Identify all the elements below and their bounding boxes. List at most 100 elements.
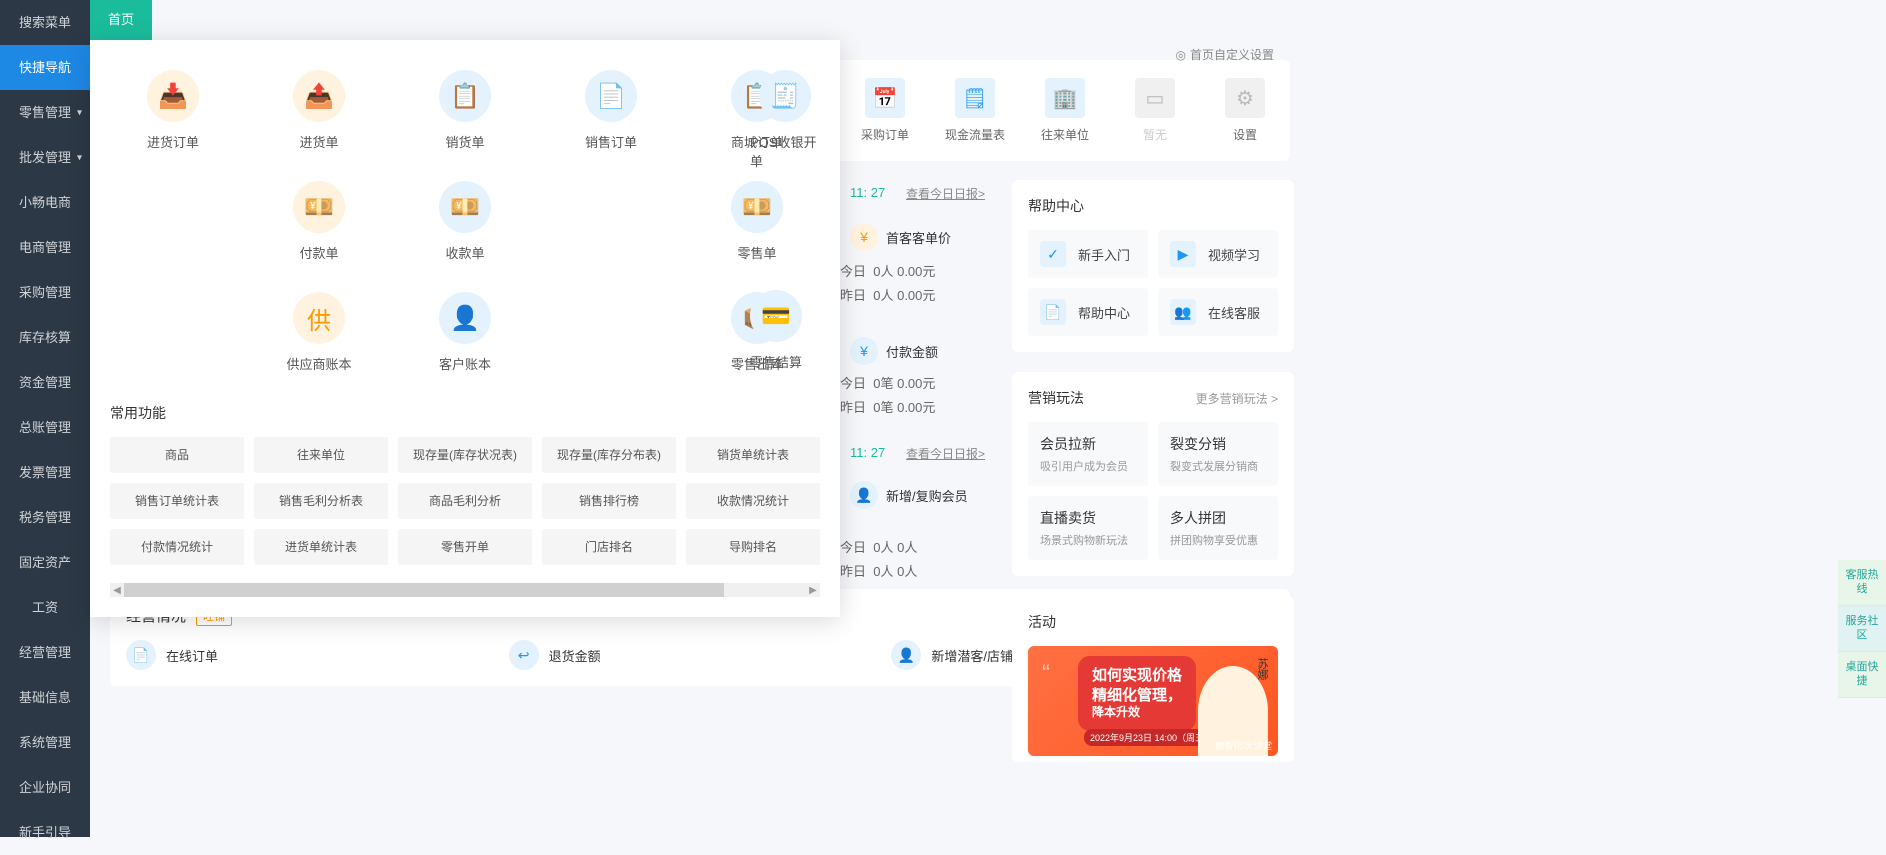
common-btn-sales-rank[interactable]: 销售排行榜: [542, 483, 676, 519]
flow-sales-bill[interactable]: 📋销货单: [402, 70, 528, 151]
common-btn-purchase-stats[interactable]: 进货单统计表: [254, 529, 388, 565]
help-center-panel: 帮助中心 ✓新手入门 ▶视频学习 📄帮助中心 👥在线客服: [1012, 180, 1294, 352]
shortcut-settings[interactable]: ⚙设置: [1200, 78, 1290, 143]
float-btn-community[interactable]: 服务社区: [1838, 606, 1886, 652]
common-btn-product[interactable]: 商品: [110, 437, 244, 473]
help-item-support[interactable]: 👥在线客服: [1158, 288, 1278, 336]
sidebar-item-system[interactable]: 系统管理: [0, 720, 90, 765]
flyout-scrollbar[interactable]: ◀ ▶: [110, 583, 820, 597]
common-btn-product-profit[interactable]: 商品毛利分析: [398, 483, 532, 519]
pos-icon: 🧾: [759, 70, 811, 122]
help-item-center[interactable]: 📄帮助中心: [1028, 288, 1148, 336]
check-icon: ✓: [1040, 241, 1066, 267]
sidebar-item-purchase[interactable]: 采购管理: [0, 270, 90, 315]
flow-payment-bill[interactable]: 💴付款单: [256, 181, 382, 262]
sidebar-search[interactable]: 搜索菜单: [0, 0, 90, 45]
shortcut-settings-link[interactable]: 首页自定义设置: [1176, 46, 1275, 63]
activity-panel: 活动 “ 如何实现价格 精细化管理， 降本升效 2022年9月23日 14:00…: [1012, 596, 1294, 762]
daily-report-link-1[interactable]: 查看今日日报>: [906, 185, 985, 202]
sidebar-item-ecommerce[interactable]: 电商管理: [0, 225, 90, 270]
common-btn-payment-stats[interactable]: 付款情况统计: [110, 529, 244, 565]
common-btn-stock-status[interactable]: 现存量(库存状况表): [398, 437, 532, 473]
shortcut-cashflow[interactable]: 🗒现金流量表: [930, 78, 1020, 143]
sidebar-item-xiaochang[interactable]: 小畅电商: [0, 180, 90, 225]
member-icon: 👤: [850, 481, 878, 509]
flow-purchase-bill[interactable]: 📤进货单: [256, 70, 382, 151]
scroll-left-icon[interactable]: ◀: [110, 585, 124, 596]
flow-grid: 📥进货订单 📤进货单 📋销货单 📄销售订单 📋商城订单 🧾POS收银开单 💴付款…: [110, 70, 820, 373]
shortcut-partner[interactable]: 🏢往来单位: [1020, 78, 1110, 143]
flow-receipt-bill[interactable]: 💴收款单: [402, 181, 528, 262]
sidebar-item-label: 批发管理: [19, 150, 71, 165]
sidebar-item-tax[interactable]: 税务管理: [0, 495, 90, 540]
common-functions-title: 常用功能: [110, 403, 820, 423]
sidebar-item-inventory[interactable]: 库存核算: [0, 315, 90, 360]
flow-supplier-ledger[interactable]: 供供应商账本: [256, 292, 382, 373]
sidebar-item-collab[interactable]: 企业协同: [0, 765, 90, 810]
flow-label: 销售订单: [585, 132, 637, 151]
sidebar-item-basic-info[interactable]: 基础信息: [0, 675, 90, 720]
activity-banner[interactable]: “ 如何实现价格 精细化管理， 降本升效 2022年9月23日 14:00（周五…: [1028, 646, 1278, 756]
tab-home[interactable]: 首页: [90, 0, 152, 40]
common-btn-order-stats[interactable]: 销售订单统计表: [110, 483, 244, 519]
metric-line: 今日 0人 0.00元: [840, 261, 935, 280]
common-btn-sales-stats[interactable]: 销货单统计表: [686, 437, 820, 473]
report-icon: 🗒: [955, 78, 995, 118]
flow-sales-order[interactable]: 📄销售订单: [548, 70, 674, 151]
sidebar-item-quick-nav[interactable]: 快捷导航: [0, 45, 90, 90]
help-label: 新手入门: [1078, 245, 1130, 264]
sidebar-item-invoice[interactable]: 发票管理: [0, 450, 90, 495]
common-btn-store-rank[interactable]: 门店排名: [542, 529, 676, 565]
quick-nav-flyout: 📥进货订单 📤进货单 📋销货单 📄销售订单 📋商城订单 🧾POS收银开单 💴付款…: [90, 40, 840, 617]
chevron-down-icon: ▾: [77, 135, 82, 180]
common-btn-guide-rank[interactable]: 导购排名: [686, 529, 820, 565]
market-item-live[interactable]: 直播卖货场景式购物新玩法: [1028, 496, 1148, 560]
flow-customer-ledger[interactable]: 👤客户账本: [402, 292, 528, 373]
flow-label: 供应商账本: [286, 354, 351, 373]
help-item-video[interactable]: ▶视频学习: [1158, 230, 1278, 278]
top-tabs: 首页: [90, 0, 152, 40]
common-btn-collection-stats[interactable]: 收款情况统计: [686, 483, 820, 519]
common-btn-sales-profit[interactable]: 销售毛利分析表: [254, 483, 388, 519]
flow-pos-bill[interactable]: 🧾POS收银开单: [750, 70, 820, 170]
sidebar-item-salary[interactable]: 工资: [0, 585, 90, 630]
scroll-thumb[interactable]: [124, 583, 724, 597]
more-link[interactable]: 更多营销玩法 >: [1196, 390, 1278, 407]
customer-price-icon: ¥: [850, 223, 878, 251]
common-btn-retail-open[interactable]: 零售开单: [398, 529, 532, 565]
daily-report-link-2[interactable]: 查看今日日报>: [906, 445, 985, 462]
flow-purchase-order[interactable]: 📥进货订单: [110, 70, 236, 151]
metric-line: 昨日 0人 0.00元: [840, 285, 935, 304]
panel-title: 活动: [1028, 612, 1056, 632]
sidebar-item-retail[interactable]: 零售管理▾: [0, 90, 90, 135]
purchase-bill-icon: 📤: [293, 70, 345, 122]
float-btn-hotline[interactable]: 客服热线: [1838, 560, 1886, 606]
market-item-member[interactable]: 会员拉新吸引用户成为会员: [1028, 422, 1148, 486]
scroll-track[interactable]: [124, 583, 806, 597]
flow-retail-bill[interactable]: 💴零售单: [694, 181, 820, 262]
sidebar-item-wholesale[interactable]: 批发管理 ▾: [0, 135, 90, 180]
sidebar-item-fixed-assets[interactable]: 固定资产: [0, 540, 90, 585]
market-item-group[interactable]: 多人拼团拼团购物享受优惠: [1158, 496, 1278, 560]
shortcut-purchase-order[interactable]: 📅采购订单: [840, 78, 930, 143]
payment-icon: 💴: [293, 181, 345, 233]
metric-line: 昨日 0笔 0.00元: [840, 397, 935, 416]
biz-item-refund[interactable]: ↩退货金额: [509, 640, 892, 670]
help-item-newbie[interactable]: ✓ 新手入门: [1028, 230, 1148, 278]
biz-label: 在线订单: [166, 646, 218, 665]
biz-item-online-orders[interactable]: 📄在线订单: [126, 640, 509, 670]
sidebar-item-operation[interactable]: 经营管理: [0, 630, 90, 675]
float-btn-desktop[interactable]: 桌面快捷: [1838, 652, 1886, 698]
scroll-right-icon[interactable]: ▶: [806, 585, 820, 596]
market-item-fission[interactable]: 裂变分销裂变式发展分销商: [1158, 422, 1278, 486]
flow-retail-settle[interactable]: 💳零售结算: [750, 290, 802, 371]
market-desc: 场景式购物新玩法: [1040, 532, 1136, 548]
sidebar-item-guide[interactable]: 新手引导: [0, 810, 90, 855]
sidebar-item-funds[interactable]: 资金管理: [0, 360, 90, 405]
sidebar-item-ledger[interactable]: 总账管理: [0, 405, 90, 450]
refund-icon: ↩: [509, 640, 539, 670]
visitor-icon: 👤: [891, 640, 921, 670]
common-btn-stock-dist[interactable]: 现存量(库存分布表): [542, 437, 676, 473]
common-btn-partner[interactable]: 往来单位: [254, 437, 388, 473]
payment-icon: ¥: [850, 337, 878, 365]
